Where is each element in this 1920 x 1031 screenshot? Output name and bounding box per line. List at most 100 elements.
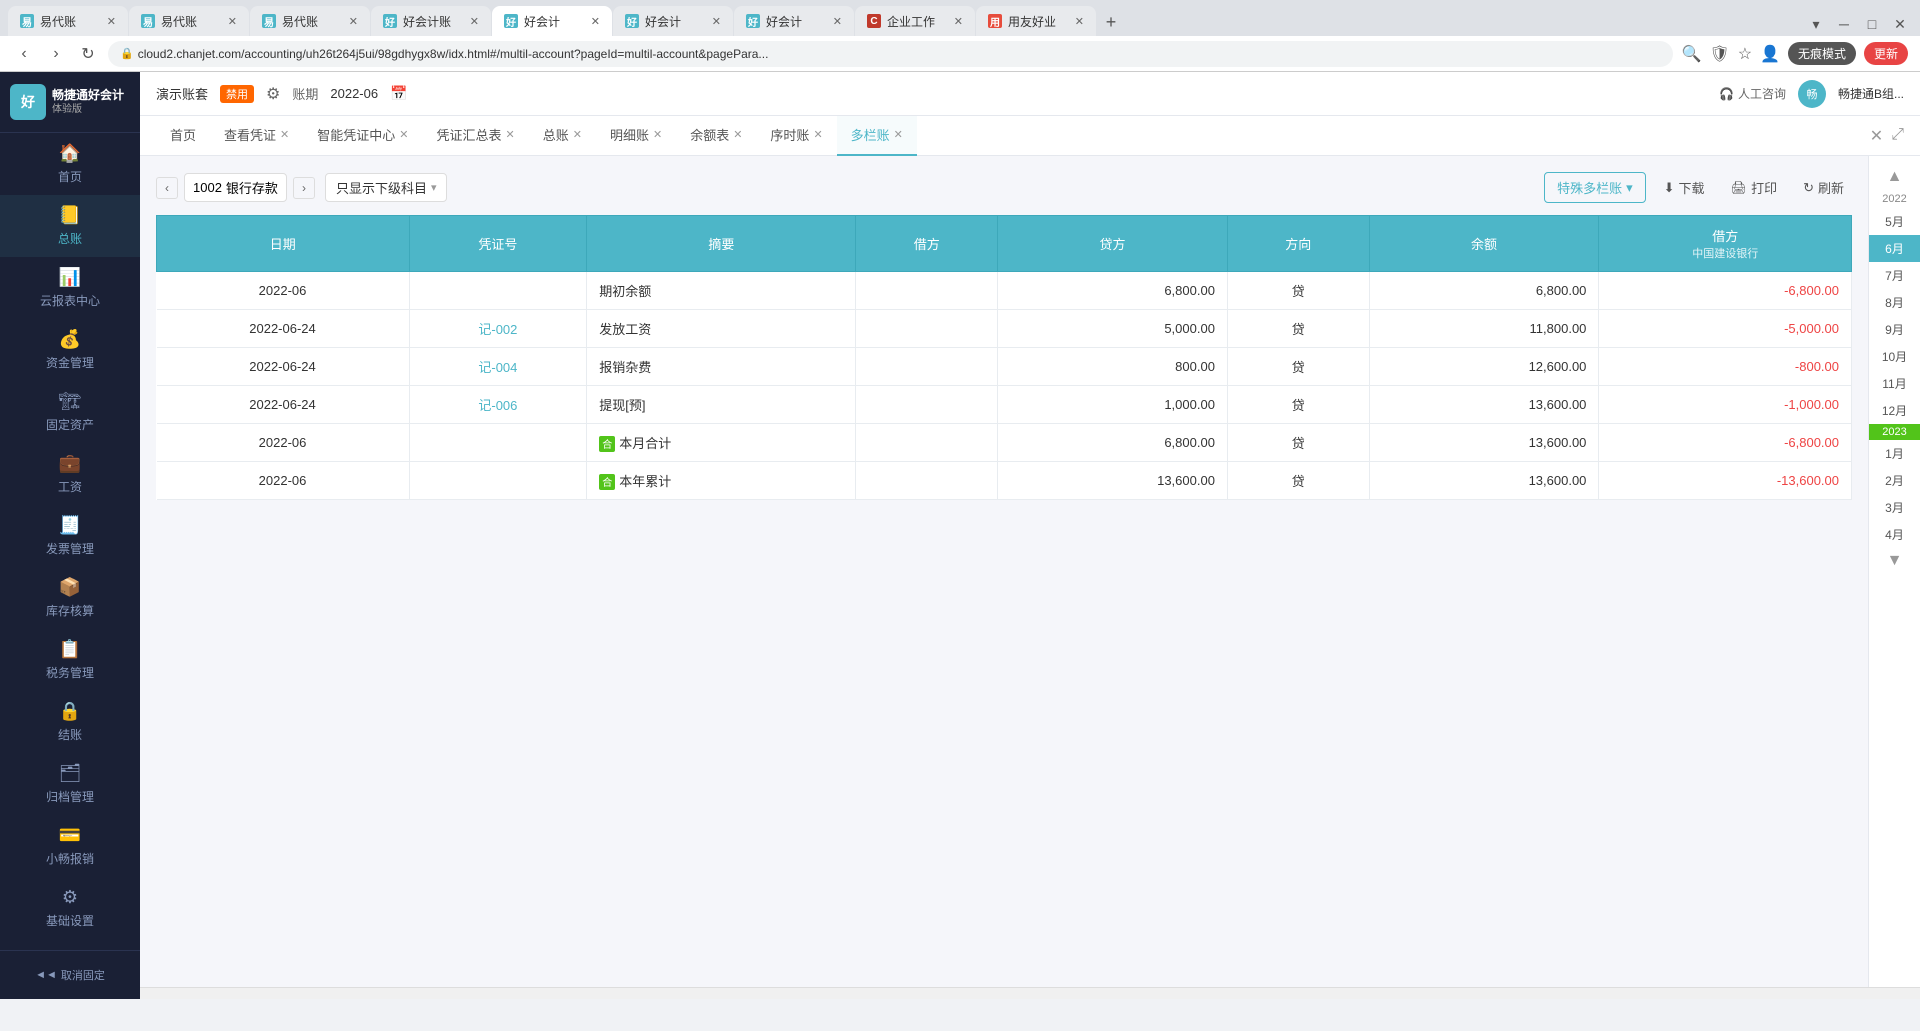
sidebar-item-payroll[interactable]: 💼 工资 [0, 443, 140, 505]
bookmark-button[interactable]: ☆ [1738, 44, 1752, 64]
tab-multi-col-ledger[interactable]: 多栏账 ✕ [837, 116, 917, 156]
prev-account-button[interactable]: ‹ [156, 177, 178, 199]
browser-tab-8[interactable]: C 企业工作 ✕ [855, 6, 975, 36]
tab-close-9[interactable]: ✕ [1075, 15, 1084, 28]
browser-tab-7[interactable]: 好 好会计 ✕ [734, 6, 854, 36]
cell-voucher[interactable]: 记-002 [409, 310, 587, 348]
browser-tab-3[interactable]: 易 易代账 ✕ [250, 6, 370, 36]
tab-close-6[interactable]: ✕ [712, 15, 721, 28]
tab-close-7[interactable]: ✕ [833, 15, 842, 28]
date-item-2022-12[interactable]: 12月 [1869, 397, 1920, 424]
tabs-collapse-button[interactable]: ✕ ⤢ [1870, 126, 1904, 146]
tab-close-2[interactable]: ✕ [228, 15, 237, 28]
new-tab-button[interactable]: + [1097, 8, 1125, 36]
tab-close-1[interactable]: ✕ [107, 15, 116, 28]
multi-col-btn[interactable]: 特殊多栏账 ▾ [1544, 172, 1646, 203]
tab-voucher-summary[interactable]: 凭证汇总表 ✕ [422, 116, 528, 156]
sidebar-item-settings[interactable]: ⚙ 基础设置 [0, 877, 140, 939]
sidebar-item-inventory[interactable]: 📦 库存核算 [0, 567, 140, 629]
reload-button[interactable]: ↻ [76, 42, 100, 66]
date-item-2023-1[interactable]: 1月 [1869, 440, 1920, 467]
browser-tab-4[interactable]: 好 好会计账 ✕ [371, 6, 491, 36]
back-button[interactable]: ‹ [12, 42, 36, 66]
forward-button[interactable]: › [44, 42, 68, 66]
date-item-2022-6[interactable]: 6月 [1869, 235, 1920, 262]
voucher-link[interactable]: 记-006 [478, 398, 517, 413]
sidebar-item-archive[interactable]: 🗂 归档管理 [0, 753, 140, 815]
date-nav-down[interactable]: ▼ [1869, 548, 1920, 574]
tab-close-4[interactable]: ✕ [470, 15, 479, 28]
sidebar-item-fixed-assets[interactable]: 🏗 固定资产 [0, 381, 140, 443]
date-item-2023-3[interactable]: 3月 [1869, 494, 1920, 521]
update-button[interactable]: 更新 [1864, 42, 1908, 65]
tab-sequence-ledger-close[interactable]: ✕ [813, 128, 822, 141]
unpin-button[interactable]: ◄◄ 取消固定 [0, 961, 140, 989]
tab-vouchers[interactable]: 查看凭证 ✕ [210, 116, 303, 156]
date-item-2022-9[interactable]: 9月 [1869, 316, 1920, 343]
close-button[interactable]: ✕ [1888, 12, 1912, 36]
tab-balance-sheet[interactable]: 余额表 ✕ [676, 116, 756, 156]
download-button[interactable]: ⬇ 下载 [1656, 174, 1713, 201]
date-item-2023-4[interactable]: 4月 [1869, 521, 1920, 548]
account-selector[interactable]: 1002 银行存款 [184, 173, 287, 202]
sidebar-item-tax[interactable]: 📋 税务管理 [0, 629, 140, 691]
sidebar-item-funds[interactable]: 💰 资金管理 [0, 319, 140, 381]
sidebar-item-home[interactable]: 🏠 首页 [0, 133, 140, 195]
date-item-2022-11[interactable]: 11月 [1869, 370, 1920, 397]
date-nav-up[interactable]: ▲ [1869, 164, 1920, 190]
tab-general-ledger[interactable]: 总账 ✕ [529, 116, 596, 156]
sidebar-item-closing[interactable]: 🔒 结账 [0, 691, 140, 753]
voucher-link[interactable]: 记-004 [478, 360, 517, 375]
tab-close-3[interactable]: ✕ [349, 15, 358, 28]
sidebar-item-guide[interactable]: 📖 新手引导 [0, 939, 140, 950]
sidebar-item-invoice[interactable]: 🧾 发票管理 [0, 505, 140, 567]
cell-voucher[interactable]: 记-006 [409, 386, 587, 424]
sidebar-item-general-ledger[interactable]: 📒 总账 [0, 195, 140, 257]
tab-vouchers-close[interactable]: ✕ [280, 128, 289, 141]
tab-detail-ledger[interactable]: 明细账 ✕ [596, 116, 676, 156]
profile-button[interactable]: 👤 [1760, 44, 1780, 64]
filter-button[interactable]: 只显示下级科目 ▾ [325, 173, 448, 202]
expand-icon[interactable]: ⤢ [1891, 126, 1904, 146]
help-button[interactable]: 🎧 人工咨询 [1719, 85, 1786, 102]
tab-multi-col-close[interactable]: ✕ [894, 128, 903, 141]
voucher-link[interactable]: 记-002 [478, 322, 517, 337]
date-item-2022-8[interactable]: 8月 [1869, 289, 1920, 316]
date-item-2023-2[interactable]: 2月 [1869, 467, 1920, 494]
sidebar-item-reports[interactable]: 📊 云报表中心 [0, 257, 140, 319]
url-input[interactable]: 🔒 cloud2.chanjet.com/accounting/uh26t264… [108, 41, 1673, 67]
tab-balance-sheet-close[interactable]: ✕ [733, 128, 742, 141]
tab-close-8[interactable]: ✕ [954, 15, 963, 28]
minimize-button[interactable]: ─ [1832, 12, 1856, 36]
tab-smart-voucher-close[interactable]: ✕ [399, 128, 408, 141]
tab-sequence-ledger[interactable]: 序时账 ✕ [756, 116, 836, 156]
tab-smart-voucher[interactable]: 智能凭证中心 ✕ [303, 116, 422, 156]
maximize-button[interactable]: □ [1860, 12, 1884, 36]
refresh-button[interactable]: ↻ 刷新 [1795, 174, 1852, 201]
sidebar-item-expense[interactable]: 💳 小畅报销 [0, 815, 140, 877]
browser-tab-6[interactable]: 好 好会计 ✕ [613, 6, 733, 36]
account-settings-icon[interactable]: ⚙ [266, 84, 280, 104]
tab-close-5[interactable]: ✕ [591, 15, 600, 28]
bottom-scrollbar[interactable] [140, 987, 1920, 999]
tab-voucher-summary-close[interactable]: ✕ [506, 128, 515, 141]
tab-detail-ledger-close[interactable]: ✕ [653, 128, 662, 141]
browser-tab-1[interactable]: 易 易代账 ✕ [8, 6, 128, 36]
next-account-button[interactable]: › [293, 177, 315, 199]
tab-icon-7: 好 [746, 14, 760, 28]
wuhen-mode-button[interactable]: 无痕模式 [1788, 42, 1856, 65]
date-item-2022-5[interactable]: 5月 [1869, 208, 1920, 235]
browser-tab-9[interactable]: 用 用友好业 ✕ [976, 6, 1096, 36]
browser-tab-5[interactable]: 好 好会计 ✕ [492, 6, 612, 36]
print-button[interactable]: 🖨 打印 [1723, 174, 1786, 201]
date-item-2022-7[interactable]: 7月 [1869, 262, 1920, 289]
calendar-icon[interactable]: 📅 [390, 85, 407, 102]
tab-home[interactable]: 首页 [156, 116, 210, 156]
collapse-icon[interactable]: ✕ [1870, 126, 1883, 146]
tab-list-button[interactable]: ▾ [1804, 12, 1828, 36]
cell-voucher[interactable]: 记-004 [409, 348, 587, 386]
search-button[interactable]: 🔍 [1681, 44, 1701, 64]
tab-general-ledger-close[interactable]: ✕ [573, 128, 582, 141]
browser-tab-2[interactable]: 易 易代账 ✕ [129, 6, 249, 36]
date-item-2022-10[interactable]: 10月 [1869, 343, 1920, 370]
